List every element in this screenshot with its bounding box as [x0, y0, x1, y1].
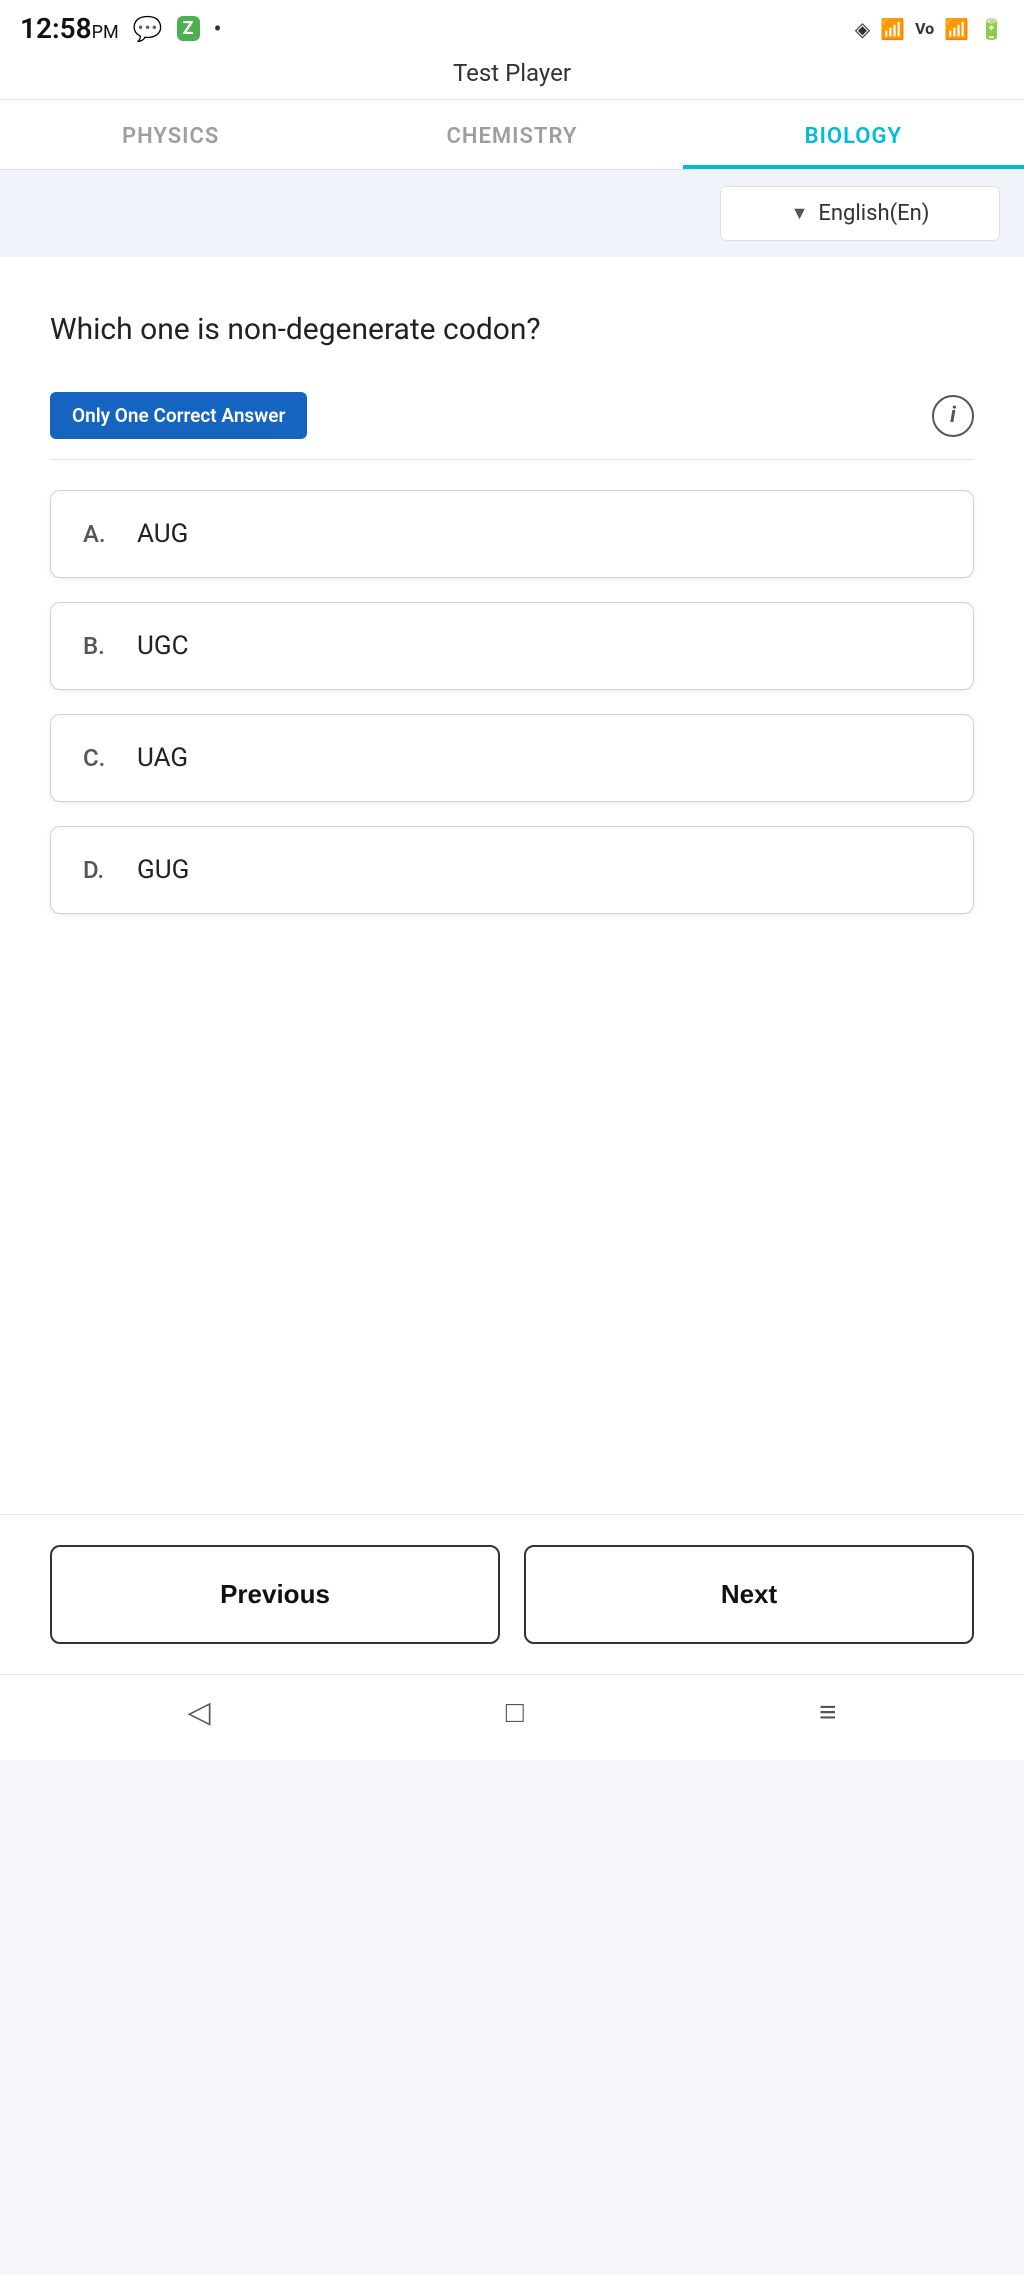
next-button[interactable]: Next — [524, 1545, 974, 1644]
option-d[interactable]: D. GUG — [50, 826, 974, 914]
app-title-bar: Test Player — [0, 53, 1024, 100]
page-bottom-filler — [0, 1760, 1024, 1820]
battery-icon: 🔋 — [979, 17, 1004, 41]
option-c-text: UAG — [137, 743, 188, 773]
language-label: English(En) — [818, 201, 929, 226]
answer-type-badge: Only One Correct Answer — [50, 392, 307, 439]
options-container: A. AUG B. UGC C. UAG D. GUG — [50, 490, 974, 914]
main-content: Which one is non-degenerate codon? Only … — [0, 257, 1024, 994]
info-icon[interactable]: i — [932, 395, 974, 437]
option-a[interactable]: A. AUG — [50, 490, 974, 578]
answer-type-row: Only One Correct Answer i — [50, 392, 974, 439]
home-icon[interactable]: □ — [506, 1695, 524, 1730]
option-a-text: AUG — [137, 519, 188, 549]
option-a-letter: A. — [83, 520, 113, 548]
whatsapp-icon: 💬 — [133, 15, 163, 43]
status-time: 12:58PM — [20, 12, 119, 45]
option-c-letter: C. — [83, 744, 113, 772]
option-d-text: GUG — [137, 855, 189, 885]
status-icons: ◈ 📶 Vo 📶 🔋 — [855, 17, 1004, 41]
dot-icon: • — [214, 15, 222, 43]
option-b-letter: B. — [83, 632, 113, 660]
language-dropdown[interactable]: ▼ English(En) — [720, 186, 1000, 241]
back-icon[interactable]: ◁ — [188, 1695, 211, 1730]
option-c[interactable]: C. UAG — [50, 714, 974, 802]
option-d-letter: D. — [83, 856, 113, 884]
option-b[interactable]: B. UGC — [50, 602, 974, 690]
previous-button[interactable]: Previous — [50, 1545, 500, 1644]
option-b-text: UGC — [137, 631, 189, 661]
wifi-icon: 📶 — [880, 17, 905, 41]
tab-bar: PHYSICS CHEMISTRY BIOLOGY — [0, 100, 1024, 170]
bars-icon: 📶 — [944, 17, 969, 41]
divider — [50, 459, 974, 460]
tab-biology[interactable]: BIOLOGY — [683, 100, 1024, 169]
bottom-nav-bar: ◁ □ ≡ — [0, 1674, 1024, 1760]
chevron-down-icon: ▼ — [791, 203, 809, 224]
question-text: Which one is non-degenerate codon? — [50, 297, 974, 352]
app-icon: Z — [177, 16, 200, 41]
nav-buttons: Previous Next — [0, 1514, 1024, 1674]
status-bar: 12:58PM 💬 Z • ◈ 📶 Vo 📶 🔋 — [0, 0, 1024, 53]
tab-chemistry[interactable]: CHEMISTRY — [341, 100, 682, 169]
tab-physics[interactable]: PHYSICS — [0, 100, 341, 169]
signal-icon: ◈ — [855, 17, 870, 41]
content-spacer — [0, 994, 1024, 1514]
network-icon: Vo — [915, 19, 934, 38]
language-bar: ▼ English(En) — [0, 170, 1024, 257]
app-title: Test Player — [453, 59, 571, 87]
menu-icon[interactable]: ≡ — [819, 1695, 837, 1730]
